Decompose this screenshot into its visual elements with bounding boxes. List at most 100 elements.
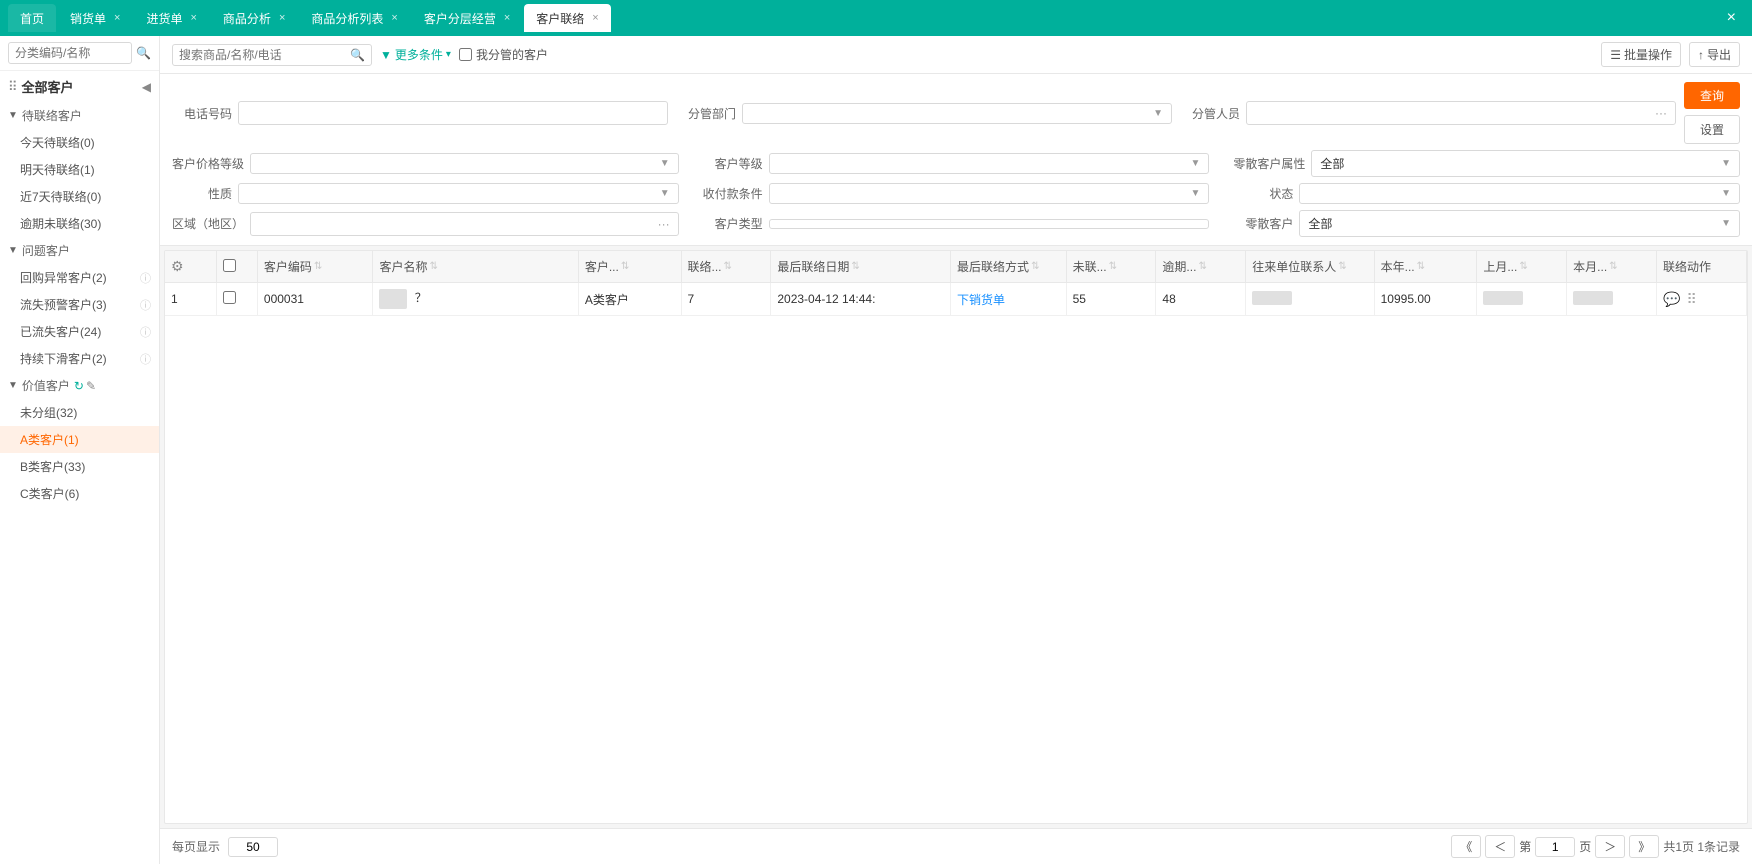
region-dots[interactable]: ···: [658, 217, 670, 231]
sidebar-item-class-a[interactable]: A类客户(1): [0, 426, 159, 453]
dept-select[interactable]: ▼: [742, 103, 1172, 124]
select-all-checkbox[interactable]: [223, 259, 236, 272]
sidebar-item-unclassified[interactable]: 未分组(32): [0, 399, 159, 426]
th-overdue[interactable]: 逾期... ⇅: [1156, 251, 1246, 283]
payment-select[interactable]: ▼: [769, 183, 1210, 204]
th-uncontact[interactable]: 未联... ⇅: [1066, 251, 1156, 283]
th-date[interactable]: 最后联络日期 ⇅: [771, 251, 951, 283]
tab-sales[interactable]: 销货单 ×: [58, 4, 132, 32]
sort-class-icon[interactable]: ⇅: [621, 261, 629, 272]
sidebar-item-class-c[interactable]: C类客户(6): [0, 480, 159, 507]
tab-analysis-list[interactable]: 商品分析列表 ×: [299, 4, 409, 32]
sort-contact-icon[interactable]: ⇅: [724, 261, 732, 272]
sort-lastmonth-icon[interactable]: ⇅: [1519, 261, 1527, 272]
tab-purchase[interactable]: 进货单 ×: [134, 4, 208, 32]
sort-method-icon[interactable]: ⇅: [1031, 261, 1039, 272]
close-all-button[interactable]: ×: [1719, 5, 1744, 31]
filter-dept: 分管部门 ▼: [676, 103, 1172, 124]
close-tab-sales[interactable]: ×: [114, 12, 120, 24]
close-tab-analysis[interactable]: ×: [279, 12, 285, 24]
tab-analysis[interactable]: 商品分析 ×: [211, 4, 297, 32]
sidebar-item-today[interactable]: 今天待联络(0): [0, 129, 159, 156]
close-tab-customer-contact[interactable]: ×: [592, 12, 598, 24]
sidebar-item-7days[interactable]: 近7天待联络(0): [0, 183, 159, 210]
sidebar-group-problem-header[interactable]: ▼ 问题客户: [0, 237, 159, 264]
sidebar-item-overdue[interactable]: 逾期未联络(30): [0, 210, 159, 237]
tab-customer-contact[interactable]: 客户联络 ×: [524, 4, 610, 32]
sidebar-item-churn-warning[interactable]: 流失预警客户(3) ⓘ: [0, 291, 159, 318]
sort-name-icon[interactable]: ⇅: [429, 261, 437, 272]
prev-page-btn[interactable]: ＜: [1485, 835, 1515, 858]
customer-level-select[interactable]: ▼: [769, 153, 1210, 174]
sidebar-item-repurchase-abnormal[interactable]: 回购异常客户(2) ⓘ: [0, 264, 159, 291]
retail-attr-select[interactable]: 全部 ▼: [1311, 150, 1740, 177]
export-btn[interactable]: ↑ 导出: [1689, 42, 1740, 67]
sidebar-item-tomorrow[interactable]: 明天待联络(1): [0, 156, 159, 183]
price-level-select[interactable]: ▼: [250, 153, 679, 174]
sort-contacts-icon[interactable]: ⇅: [1338, 261, 1346, 272]
current-page-input[interactable]: [1535, 837, 1575, 857]
page-size-input[interactable]: [228, 837, 278, 857]
th-method[interactable]: 最后联络方式 ⇅: [951, 251, 1067, 283]
sort-year-icon[interactable]: ⇅: [1417, 261, 1425, 272]
sidebar-search-icon[interactable]: 🔍: [136, 46, 151, 60]
phone-input[interactable]: [238, 101, 668, 125]
status-label: 状态: [1233, 185, 1293, 202]
sidebar-group-value-header[interactable]: ▼ 价值客户 ↻ ✎: [0, 372, 159, 399]
close-tab-analysis-list[interactable]: ×: [391, 12, 397, 24]
person-dots[interactable]: ···: [1655, 106, 1667, 120]
batch-operation-btn[interactable]: ☰ 批量操作: [1601, 42, 1681, 67]
query-button[interactable]: 查询: [1684, 82, 1740, 109]
close-tab-customer-segment[interactable]: ×: [504, 12, 510, 24]
edit-icon[interactable]: ✎: [86, 379, 96, 393]
settings-button[interactable]: 设置: [1684, 115, 1740, 144]
close-tab-purchase[interactable]: ×: [190, 12, 196, 24]
th-contact[interactable]: 联络... ⇅: [681, 251, 771, 283]
sidebar-group-problem: ▼ 问题客户 回购异常客户(2) ⓘ 流失预警客户(3) ⓘ 已流失客户(24)…: [0, 237, 159, 372]
sidebar-search-input[interactable]: [8, 42, 132, 64]
person-select[interactable]: ···: [1246, 101, 1676, 125]
row-checkbox[interactable]: [223, 291, 236, 304]
sort-thismonth-icon[interactable]: ⇅: [1609, 261, 1617, 272]
sort-uncontact-icon[interactable]: ⇅: [1109, 261, 1117, 272]
sidebar-item-class-b[interactable]: B类客户(33): [0, 453, 159, 480]
grid-action-icon[interactable]: ⠿: [1686, 291, 1696, 308]
more-filter-btn[interactable]: ▼ 更多条件 ▾: [380, 46, 451, 63]
person-label: 分管人员: [1180, 105, 1240, 122]
sidebar-item-churned[interactable]: 已流失客户(24) ⓘ: [0, 318, 159, 345]
th-name[interactable]: 客户名称 ⇅: [373, 251, 578, 283]
th-unit-contacts[interactable]: 往来单位联系人 ⇅: [1246, 251, 1374, 283]
th-code[interactable]: 客户编码 ⇅: [257, 251, 373, 283]
next-page-btn[interactable]: ＞: [1595, 835, 1625, 858]
tab-home[interactable]: 首页: [8, 4, 56, 32]
th-year[interactable]: 本年... ⇅: [1374, 251, 1477, 283]
sidebar-group-pending-header[interactable]: ▼ 待联络客户: [0, 102, 159, 129]
th-lastmonth[interactable]: 上月... ⇅: [1477, 251, 1567, 283]
sort-date-icon[interactable]: ⇅: [851, 261, 859, 272]
sort-code-icon[interactable]: ⇅: [314, 261, 322, 272]
row-last-method: 下销货单: [951, 283, 1067, 316]
filter-search-input[interactable]: [179, 48, 346, 62]
my-customers-checkbox[interactable]: 我分管的客户: [459, 46, 548, 63]
my-customers-check[interactable]: [459, 48, 472, 61]
sidebar-collapse-btn[interactable]: ◀: [142, 80, 151, 94]
th-thismonth[interactable]: 本月... ⇅: [1567, 251, 1657, 283]
last-page-btn[interactable]: 》: [1629, 835, 1659, 858]
first-page-btn[interactable]: 《: [1451, 835, 1481, 858]
tab-customer-segment[interactable]: 客户分层经营 ×: [412, 4, 522, 32]
nature-select[interactable]: ▼: [238, 183, 679, 204]
th-class[interactable]: 客户... ⇅: [578, 251, 681, 283]
chat-icon[interactable]: 💬: [1663, 291, 1680, 308]
status-select[interactable]: ▼: [1299, 183, 1740, 204]
retail-select[interactable]: 全部 ▼: [1299, 210, 1740, 237]
customer-type-select[interactable]: [769, 219, 1210, 229]
sidebar-all-customers[interactable]: ⠿ 全部客户 ◀: [0, 71, 159, 102]
th-class-label: 客户...: [585, 258, 619, 275]
refresh-icon[interactable]: ↻: [74, 379, 84, 393]
last-method-link[interactable]: 下销货单: [957, 293, 1005, 307]
table-settings-icon[interactable]: ⚙: [171, 258, 184, 274]
sort-overdue-icon[interactable]: ⇅: [1198, 261, 1206, 272]
search-icon[interactable]: 🔍: [350, 48, 365, 62]
region-select[interactable]: ···: [250, 212, 679, 236]
sidebar-item-declining[interactable]: 持续下滑客户(2) ⓘ: [0, 345, 159, 372]
